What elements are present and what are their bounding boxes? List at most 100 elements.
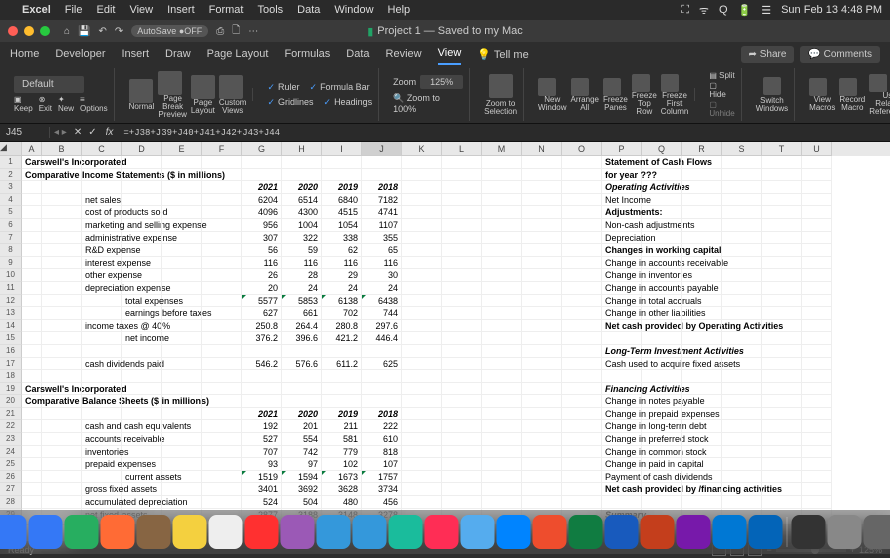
cell-K23[interactable] bbox=[402, 433, 442, 446]
cell-L18[interactable] bbox=[442, 370, 482, 383]
cell-Q18[interactable] bbox=[642, 370, 682, 383]
search-icon[interactable]: Q bbox=[719, 4, 728, 16]
cell-A18[interactable] bbox=[22, 370, 42, 383]
cell-J18[interactable] bbox=[362, 370, 402, 383]
cell-J8[interactable]: 65 bbox=[362, 244, 402, 257]
select-all-corner[interactable]: ◢ bbox=[0, 142, 22, 156]
cell-N12[interactable] bbox=[522, 295, 562, 308]
dock-app-2[interactable] bbox=[29, 515, 63, 549]
cell-P17[interactable]: Cash used to acquire fixed assets bbox=[602, 358, 642, 371]
cell-K2[interactable] bbox=[402, 169, 442, 182]
cell-M28[interactable] bbox=[482, 496, 522, 509]
cell-K11[interactable] bbox=[402, 282, 442, 295]
cell-H1[interactable] bbox=[282, 156, 322, 169]
cell-H15[interactable]: 396.6 bbox=[282, 332, 322, 345]
cell-F5[interactable] bbox=[202, 206, 242, 219]
cell-H28[interactable]: 504 bbox=[282, 496, 322, 509]
zoom-value[interactable]: 125% bbox=[420, 75, 463, 89]
cell-C24[interactable]: inventories bbox=[82, 446, 122, 459]
cell-S16[interactable] bbox=[722, 345, 762, 358]
home-icon[interactable]: ⌂ bbox=[64, 26, 70, 37]
cell-L19[interactable] bbox=[442, 383, 482, 396]
cell-U28[interactable] bbox=[802, 496, 832, 509]
cell-I18[interactable] bbox=[322, 370, 362, 383]
cell-G12[interactable]: 5577 bbox=[242, 295, 282, 308]
row-header[interactable]: 14 bbox=[0, 320, 22, 333]
cell-C16[interactable] bbox=[82, 345, 122, 358]
dock-app-10[interactable] bbox=[317, 515, 351, 549]
cell-D15[interactable]: net income bbox=[122, 332, 162, 345]
cell-B15[interactable] bbox=[42, 332, 82, 345]
cell-A20[interactable]: Comparative Balance Sheets ($ in million… bbox=[22, 395, 42, 408]
cell-O28[interactable] bbox=[562, 496, 602, 509]
cell-Q16[interactable] bbox=[642, 345, 682, 358]
cell-R14[interactable] bbox=[682, 320, 722, 333]
cell-K8[interactable] bbox=[402, 244, 442, 257]
cell-Q12[interactable] bbox=[642, 295, 682, 308]
cell-A11[interactable] bbox=[22, 282, 42, 295]
record-macro-icon[interactable] bbox=[839, 78, 857, 96]
cell-L7[interactable] bbox=[442, 232, 482, 245]
cell-B11[interactable] bbox=[42, 282, 82, 295]
cell-H17[interactable]: 576.6 bbox=[282, 358, 322, 371]
cell-D6[interactable] bbox=[122, 219, 162, 232]
new-window-icon[interactable] bbox=[538, 78, 556, 96]
cell-B12[interactable] bbox=[42, 295, 82, 308]
cell-A26[interactable] bbox=[22, 471, 42, 484]
cell-N22[interactable] bbox=[522, 420, 562, 433]
cell-Q8[interactable] bbox=[642, 244, 682, 257]
cell-H5[interactable]: 4300 bbox=[282, 206, 322, 219]
cell-B7[interactable] bbox=[42, 232, 82, 245]
menu-data[interactable]: Data bbox=[297, 4, 320, 16]
col-header-E[interactable]: E bbox=[162, 142, 202, 156]
cell-S24[interactable] bbox=[722, 446, 762, 459]
cell-I16[interactable] bbox=[322, 345, 362, 358]
cell-D28[interactable] bbox=[122, 496, 162, 509]
cell-R19[interactable] bbox=[682, 383, 722, 396]
cell-O17[interactable] bbox=[562, 358, 602, 371]
cell-K14[interactable] bbox=[402, 320, 442, 333]
cell-J4[interactable]: 7182 bbox=[362, 194, 402, 207]
cell-S18[interactable] bbox=[722, 370, 762, 383]
cell-Q1[interactable] bbox=[642, 156, 682, 169]
cell-O12[interactable] bbox=[562, 295, 602, 308]
cell-O20[interactable] bbox=[562, 395, 602, 408]
cell-J16[interactable] bbox=[362, 345, 402, 358]
cell-R22[interactable] bbox=[682, 420, 722, 433]
cell-E14[interactable] bbox=[162, 320, 202, 333]
fbar-nav[interactable]: ◂ ▸ bbox=[50, 127, 71, 138]
cell-Q10[interactable] bbox=[642, 269, 682, 282]
cell-D24[interactable] bbox=[122, 446, 162, 459]
cell-H14[interactable]: 264.4 bbox=[282, 320, 322, 333]
cell-H16[interactable] bbox=[282, 345, 322, 358]
cell-A2[interactable]: Comparative Income Statements ($ in mill… bbox=[22, 169, 42, 182]
cell-F14[interactable] bbox=[202, 320, 242, 333]
cell-I4[interactable]: 6840 bbox=[322, 194, 362, 207]
cell-U5[interactable] bbox=[802, 206, 832, 219]
cell-B20[interactable] bbox=[42, 395, 82, 408]
cell-N2[interactable] bbox=[522, 169, 562, 182]
cell-I6[interactable]: 1054 bbox=[322, 219, 362, 232]
hide-btn[interactable]: ▢ Hide bbox=[709, 81, 734, 99]
app-name[interactable]: Excel bbox=[22, 4, 51, 16]
cell-F25[interactable] bbox=[202, 458, 242, 471]
cell-T3[interactable] bbox=[762, 181, 802, 194]
cell-A15[interactable] bbox=[22, 332, 42, 345]
cell-K25[interactable] bbox=[402, 458, 442, 471]
cell-L10[interactable] bbox=[442, 269, 482, 282]
cell-N6[interactable] bbox=[522, 219, 562, 232]
cell-C11[interactable]: depreciation expense bbox=[82, 282, 122, 295]
cell-N15[interactable] bbox=[522, 332, 562, 345]
cell-G5[interactable]: 4096 bbox=[242, 206, 282, 219]
cell-I22[interactable]: 211 bbox=[322, 420, 362, 433]
cell-Q19[interactable] bbox=[642, 383, 682, 396]
tab-developer[interactable]: Developer bbox=[55, 44, 105, 64]
cell-O15[interactable] bbox=[562, 332, 602, 345]
cell-L9[interactable] bbox=[442, 257, 482, 270]
cell-J24[interactable]: 818 bbox=[362, 446, 402, 459]
cell-B21[interactable] bbox=[42, 408, 82, 421]
cell-C21[interactable] bbox=[82, 408, 122, 421]
cell-B22[interactable] bbox=[42, 420, 82, 433]
tab-review[interactable]: Review bbox=[386, 44, 422, 64]
cell-Q23[interactable] bbox=[642, 433, 682, 446]
